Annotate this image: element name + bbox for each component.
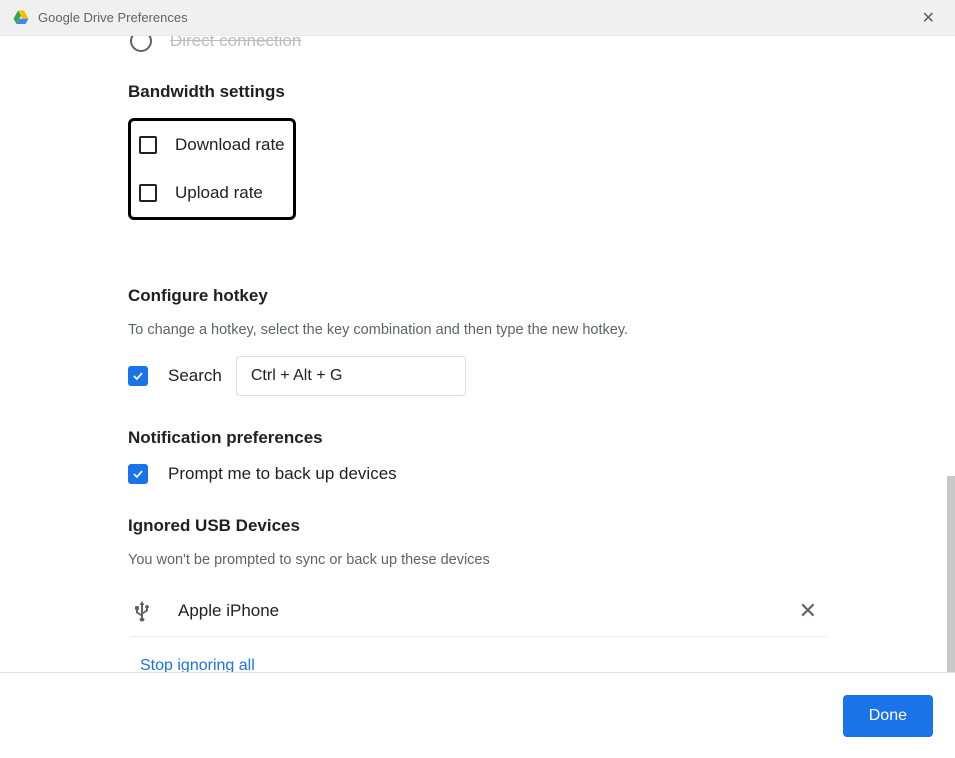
notification-heading: Notification preferences [128,428,827,448]
checkmark-icon [131,369,145,383]
checkbox-unchecked-icon [139,184,157,202]
hotkey-section: Configure hotkey To change a hotkey, sel… [128,286,827,396]
hotkey-input[interactable]: Ctrl + Alt + G [236,356,466,396]
bandwidth-heading: Bandwidth settings [128,82,827,102]
bandwidth-section: Bandwidth settings Download rate Upload … [128,82,827,254]
remove-device-icon[interactable]: ✕ [789,598,827,624]
checkbox-unchecked-icon [139,136,157,154]
search-checkbox[interactable] [128,366,148,386]
direct-connection-radio[interactable]: Direct connection [128,36,827,52]
upload-rate-label: Upload rate [175,183,263,203]
prompt-backup-checkbox[interactable]: Prompt me to back up devices [128,464,827,484]
ignored-devices-section: Ignored USB Devices You won't be prompte… [128,516,827,672]
hotkey-search-row: Search Ctrl + Alt + G [128,356,827,396]
titlebar: Google Drive Preferences ✕ [0,0,955,36]
search-label: Search [168,366,222,386]
content-area: Direct connection Bandwidth settings Dow… [0,36,955,672]
usb-icon [130,599,154,623]
hotkey-heading: Configure hotkey [128,286,827,306]
notification-section: Notification preferences Prompt me to ba… [128,428,827,484]
scrollbar[interactable] [947,476,955,672]
stop-ignoring-link[interactable]: Stop ignoring all [140,657,255,672]
ignored-heading: Ignored USB Devices [128,516,827,536]
done-button[interactable]: Done [843,695,933,737]
radio-label: Direct connection [170,36,301,51]
prompt-backup-label: Prompt me to back up devices [168,464,397,484]
upload-rate-checkbox[interactable]: Upload rate [139,183,285,203]
download-rate-checkbox[interactable]: Download rate [139,135,285,155]
window-title: Google Drive Preferences [38,10,914,25]
google-drive-icon [12,9,30,27]
footer: Done [0,672,955,758]
stop-ignoring-row: Stop ignoring all [140,657,827,672]
download-rate-label: Download rate [175,135,285,155]
hotkey-description: To change a hotkey, select the key combi… [128,322,827,338]
device-name: Apple iPhone [178,601,789,621]
close-icon[interactable]: ✕ [914,4,943,32]
device-row: Apple iPhone ✕ [130,586,827,637]
checkmark-icon [131,467,145,481]
checkbox-checked-icon [128,464,148,484]
radio-icon [130,36,152,52]
bandwidth-highlight-box: Download rate Upload rate [128,118,296,220]
ignored-description: You won't be prompted to sync or back up… [128,552,827,568]
